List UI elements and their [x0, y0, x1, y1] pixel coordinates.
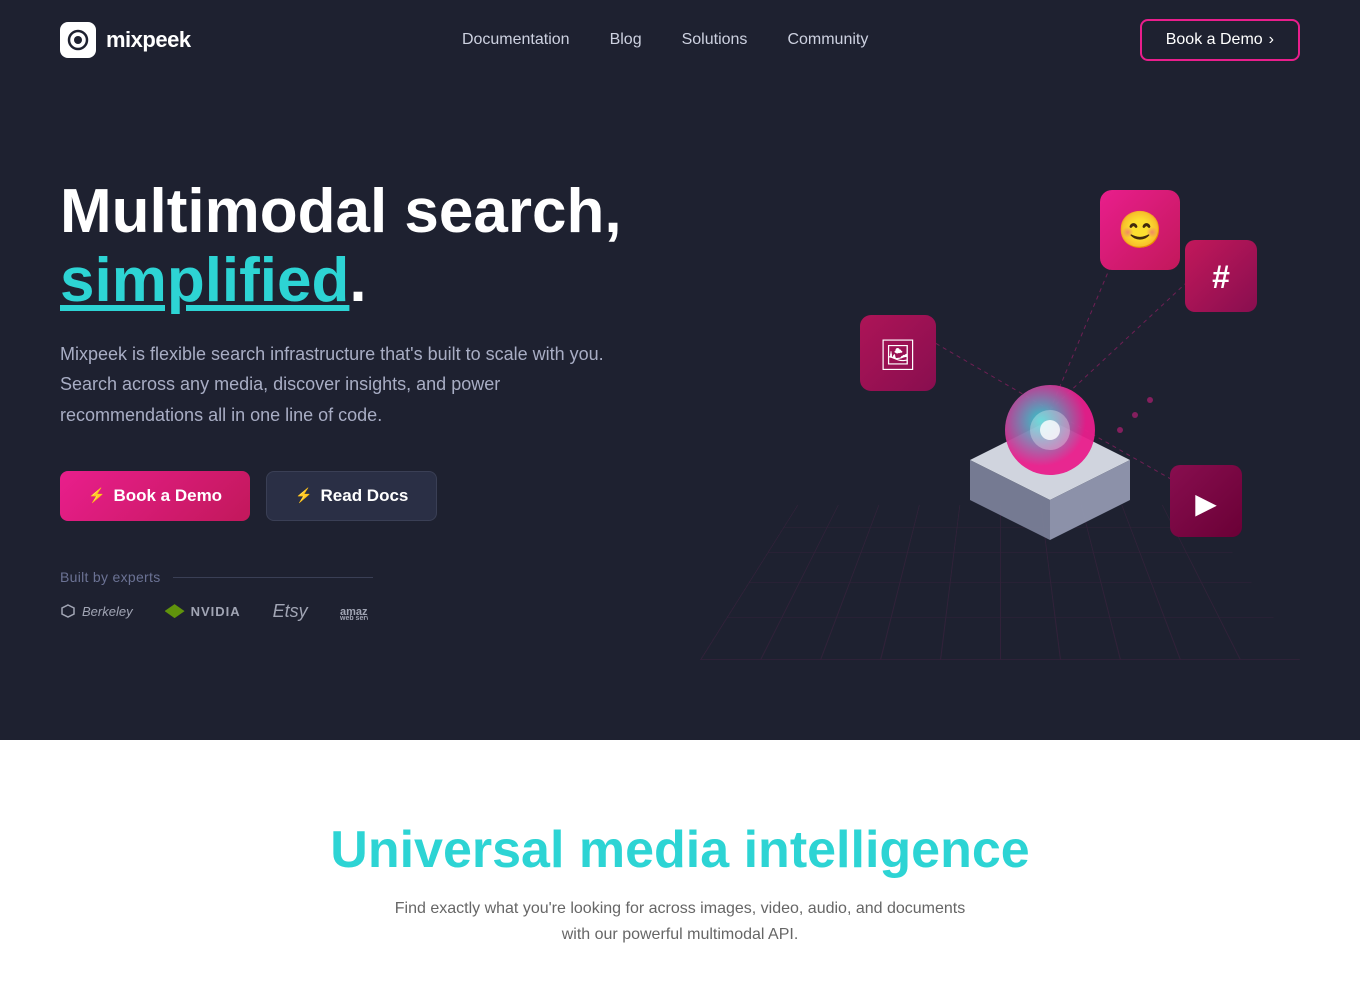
- lower-section: Universal media intelligence Find exactl…: [0, 740, 1360, 1007]
- berkeley-label: Berkeley: [82, 604, 133, 619]
- aws-icon: amazon web services: [340, 602, 368, 620]
- built-by-section: Built by experts Berkeley NVIDIA Etsy: [60, 569, 622, 622]
- partner-logos: Berkeley NVIDIA Etsy amazon web services: [60, 601, 368, 622]
- hero-section: Multimodal search, simplified. Mixpeek i…: [0, 80, 1360, 740]
- hero-read-docs-button[interactable]: ⚡ Read Docs: [266, 471, 437, 521]
- svg-text:web services: web services: [340, 615, 368, 620]
- built-by-label: Built by experts: [60, 569, 373, 585]
- nav-book-demo-button[interactable]: Book a Demo ›: [1140, 19, 1300, 61]
- lower-title: Universal media intelligence: [60, 820, 1300, 880]
- etsy-logo: Etsy: [273, 601, 308, 622]
- hero-content: Multimodal search, simplified. Mixpeek i…: [60, 178, 622, 621]
- etsy-label: Etsy: [273, 601, 308, 622]
- logo-link[interactable]: mixpeek: [60, 22, 191, 58]
- nav-blog[interactable]: Blog: [610, 31, 642, 48]
- navbar: mixpeek Documentation Blog Solutions Com…: [0, 0, 1360, 80]
- hero-title-line1: Multimodal search,: [60, 177, 622, 246]
- grid-decoration: [700, 505, 1300, 660]
- hero-book-demo-button[interactable]: ⚡ Book a Demo: [60, 471, 250, 521]
- bolt-icon: ⚡: [88, 487, 105, 504]
- hero-illustration: 😊 #: [800, 160, 1300, 660]
- berkeley-logo: Berkeley: [60, 603, 133, 619]
- aws-logo: amazon web services: [340, 602, 368, 620]
- chevron-right-icon: ›: [1269, 31, 1274, 49]
- hero-title-period: .: [349, 246, 366, 315]
- nav-community[interactable]: Community: [787, 31, 868, 48]
- hero-demo-label: Book a Demo: [113, 486, 222, 506]
- nav-solutions[interactable]: Solutions: [682, 31, 748, 48]
- lower-subtitle: Find exactly what you're looking for acr…: [380, 896, 980, 947]
- nav-documentation[interactable]: Documentation: [462, 31, 570, 48]
- nav-links: Documentation Blog Solutions Community: [462, 31, 868, 49]
- logo-icon: [60, 22, 96, 58]
- svg-text:#: #: [1212, 259, 1230, 295]
- svg-text:🖼: 🖼: [879, 339, 917, 372]
- nav-cta-label: Book a Demo: [1166, 31, 1263, 49]
- hero-buttons: ⚡ Book a Demo ⚡ Read Docs: [60, 471, 622, 521]
- logo-text: mixpeek: [106, 27, 191, 53]
- bolt-icon-2: ⚡: [295, 487, 312, 504]
- hero-title-accent: simplified: [60, 246, 349, 315]
- nvidia-icon: [165, 604, 185, 618]
- hero-description: Mixpeek is flexible search infrastructur…: [60, 339, 620, 431]
- svg-text:😊: 😊: [1118, 209, 1163, 250]
- berkeley-icon: [60, 603, 76, 619]
- nvidia-label: NVIDIA: [191, 604, 241, 619]
- hero-docs-label: Read Docs: [321, 486, 409, 506]
- hero-title: Multimodal search, simplified.: [60, 178, 622, 314]
- nvidia-logo: NVIDIA: [165, 604, 241, 619]
